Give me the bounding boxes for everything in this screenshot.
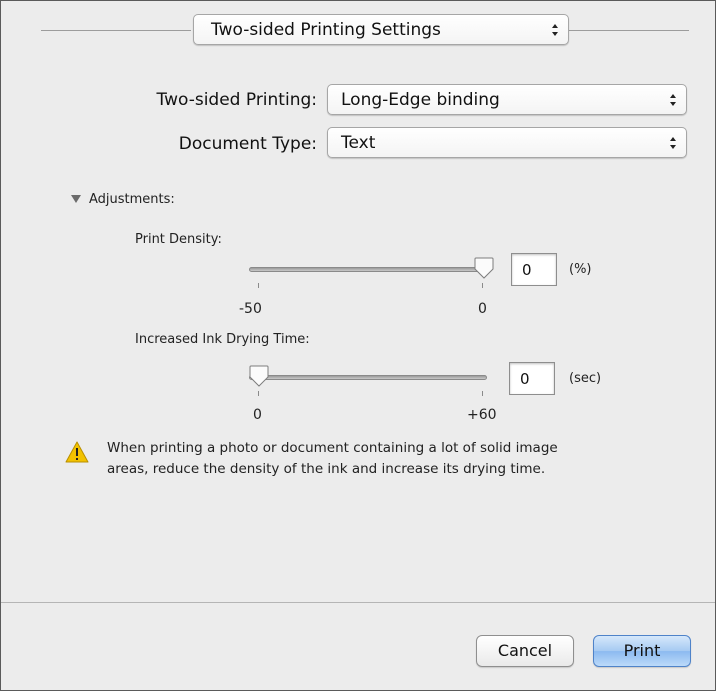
slider-tick [258, 283, 259, 288]
warning-line: When printing a photo or document contai… [107, 440, 558, 456]
slider-tick [482, 391, 483, 396]
footer-divider [1, 602, 715, 603]
print-density-max-label: 0 [478, 301, 487, 317]
ink-drying-time-slider[interactable] [246, 365, 498, 405]
updown-arrows-icon [670, 136, 676, 149]
ink-drying-time-max-label: +60 [467, 407, 497, 423]
two-sided-printing-select[interactable]: Long-Edge binding [327, 84, 687, 115]
panel-selector-popup[interactable]: Two-sided Printing Settings [193, 14, 569, 45]
slider-knob[interactable] [474, 257, 494, 279]
document-type-label: Document Type: [178, 134, 317, 154]
print-density-slider[interactable] [246, 257, 498, 297]
panel-selector-label: Two-sided Printing Settings [211, 19, 441, 40]
print-density-unit: (%) [569, 262, 592, 277]
header-divider-left [41, 30, 191, 31]
slider-track [249, 267, 487, 272]
warning-icon [65, 441, 89, 463]
ink-drying-time-input[interactable]: 0 [509, 362, 555, 395]
print-density-min-label: -50 [239, 301, 262, 317]
print-density-label: Print Density: [135, 232, 222, 247]
header-divider-right [569, 30, 689, 31]
two-sided-printing-label: Two-sided Printing: [156, 90, 317, 110]
slider-knob[interactable] [249, 365, 269, 387]
ink-drying-time-label: Increased Ink Drying Time: [135, 332, 310, 347]
print-button[interactable]: Print [593, 635, 691, 667]
adjustments-label: Adjustments: [89, 191, 175, 207]
two-sided-printing-value: Long-Edge binding [341, 89, 500, 110]
print-dialog: Two-sided Printing Settings Two-sided Pr… [0, 0, 716, 691]
disclosure-triangle-icon [71, 194, 81, 203]
updown-arrows-icon [670, 93, 676, 106]
document-type-select[interactable]: Text [327, 127, 687, 158]
slider-tick [482, 283, 483, 288]
slider-tick [258, 391, 259, 396]
slider-track [249, 375, 487, 380]
ink-drying-time-min-label: 0 [253, 407, 262, 423]
warning-message: When printing a photo or document contai… [107, 438, 558, 480]
cancel-button[interactable]: Cancel [476, 635, 574, 667]
adjustments-disclosure[interactable]: Adjustments: [71, 191, 175, 207]
updown-arrows-icon [552, 23, 558, 36]
print-density-input[interactable]: 0 [511, 253, 557, 286]
document-type-value: Text [341, 132, 376, 153]
warning-line: areas, reduce the density of the ink and… [107, 461, 546, 477]
ink-drying-time-unit: (sec) [569, 371, 602, 386]
